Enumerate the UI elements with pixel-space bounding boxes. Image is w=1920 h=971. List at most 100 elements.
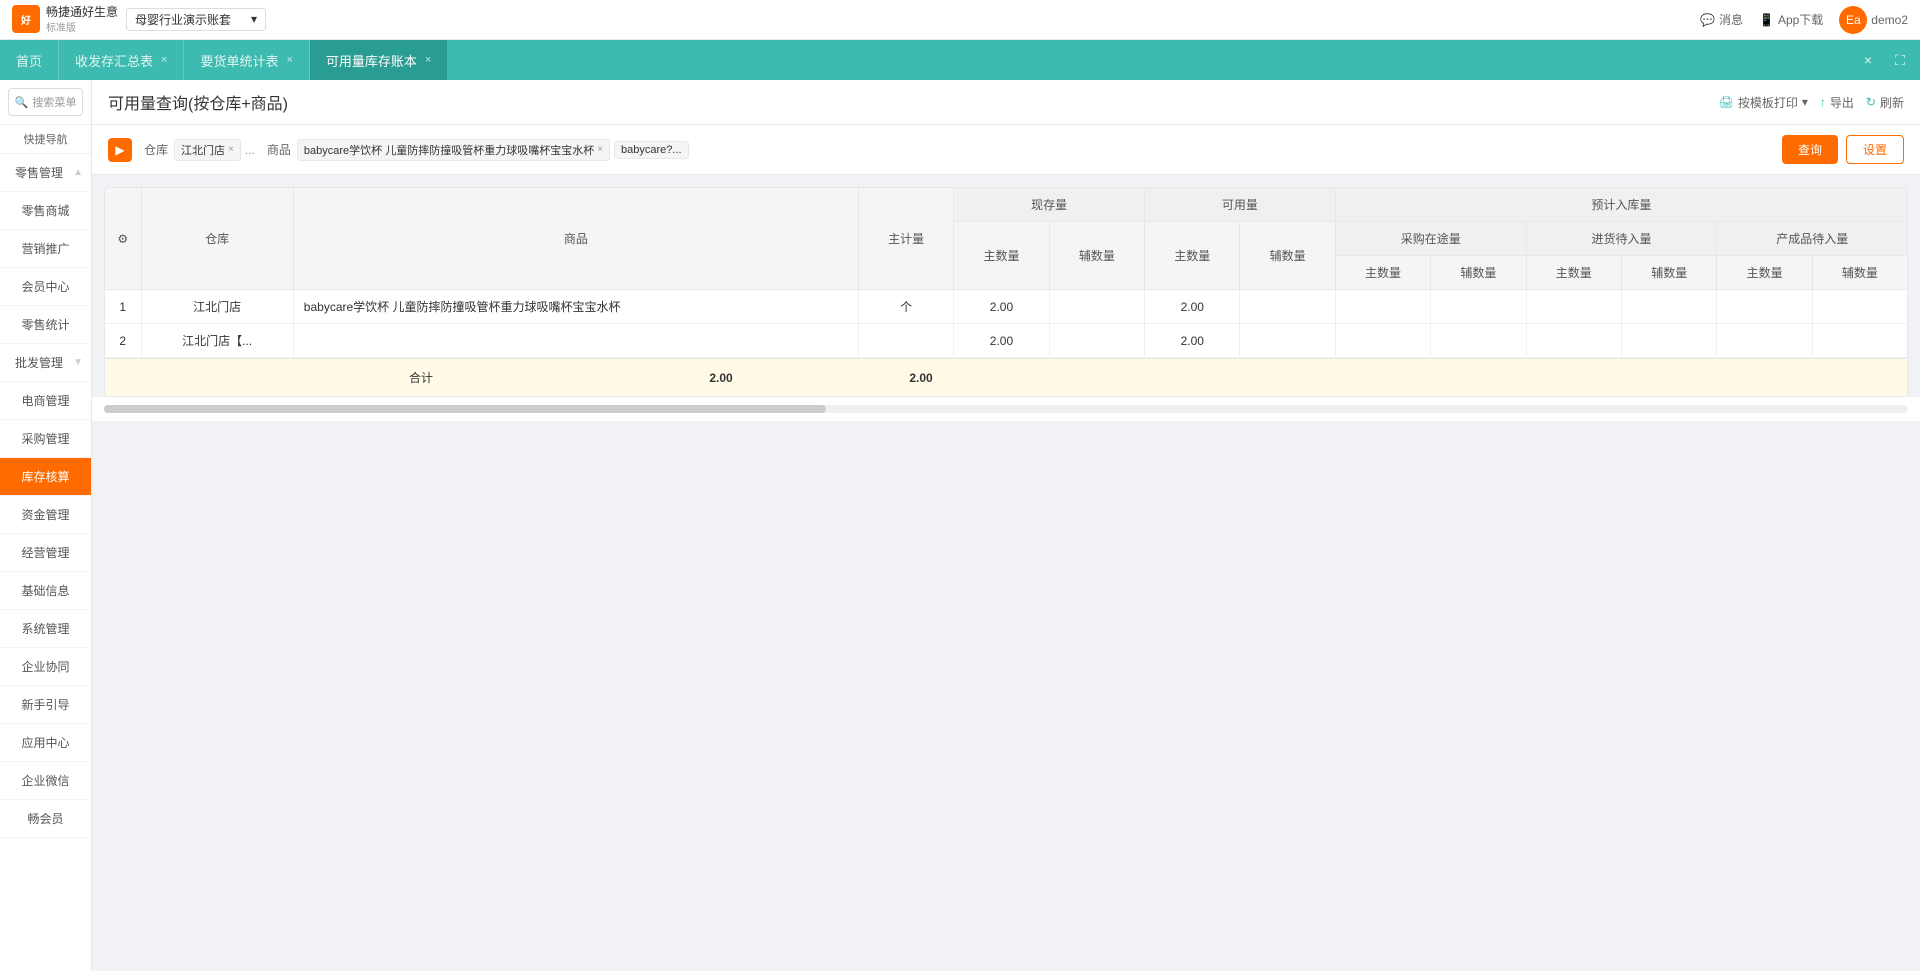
sidebar-item-member-center-label: 会员中心: [21, 278, 69, 295]
message-btn[interactable]: 💬 消息: [1700, 11, 1743, 28]
refresh-btn[interactable]: ↻ 刷新: [1866, 94, 1904, 111]
warehouse-tag[interactable]: 江北门店 ×: [174, 139, 241, 161]
product-tag-1[interactable]: babycare学饮杯 儿童防摔防撞吸管杯重力球吸嘴杯宝宝水杯 ×: [297, 139, 610, 161]
download-icon: 📱: [1759, 13, 1774, 27]
tab-order-stats[interactable]: 要货单统计表 ×: [184, 40, 309, 80]
th-available-aux-qty: 辅数量: [1240, 222, 1335, 290]
th-purchase-main: 主数量: [1335, 256, 1430, 290]
sidebar-item-member-center[interactable]: 会员中心: [0, 268, 91, 306]
th-current-stock: 现存量: [954, 188, 1145, 222]
sidebar-item-operations-label: 经营管理: [21, 544, 69, 561]
warehouse-tag-close-icon[interactable]: ×: [228, 144, 234, 155]
cell-purchase-main: [1335, 290, 1430, 324]
cell-available-main: 2.00: [1145, 324, 1240, 358]
export-icon: ↑: [1820, 95, 1826, 109]
setting-button[interactable]: 设置: [1846, 135, 1904, 164]
cell-current-main: 2.00: [954, 324, 1049, 358]
sidebar-item-system-mgmt[interactable]: 系统管理: [0, 610, 91, 648]
fullscreen-btn[interactable]: ⛶: [1888, 48, 1912, 72]
warehouse-filter-more[interactable]: ...: [245, 143, 255, 157]
sidebar-item-vip[interactable]: 畅会员: [0, 800, 91, 838]
sidebar-item-retail-shop-label: 零售商城: [21, 202, 69, 219]
app-name: 畅捷通好生意: [46, 5, 118, 19]
sidebar-item-inventory[interactable]: 库存核算: [0, 458, 91, 496]
sidebar-item-vip-label: 畅会员: [27, 810, 63, 827]
top-bar-right: 💬 消息 📱 App下载 Ea demo2: [1700, 6, 1908, 34]
user-profile[interactable]: Ea demo2: [1839, 6, 1908, 34]
content-area: 可用量查询(按仓库+商品) 🖨 按模板打印 ▾ ↑ 导出 ↻ 刷新: [92, 80, 1920, 971]
cell-incoming-main: [1526, 290, 1621, 324]
page-actions: 🖨 按模板打印 ▾ ↑ 导出 ↻ 刷新: [1719, 94, 1904, 111]
industry-selector[interactable]: 母婴行业演示账套 ▾: [126, 8, 266, 31]
horizontal-scroll-area[interactable]: [92, 397, 1920, 421]
tab-available-stock-close[interactable]: ×: [425, 54, 431, 66]
th-planned-inbound: 预计入库量: [1335, 188, 1907, 222]
cell-incoming-aux: [1622, 290, 1717, 324]
chevron-up-icon: ▲: [73, 167, 83, 178]
query-button[interactable]: 查询: [1782, 135, 1838, 164]
sidebar-item-wholesale-mgmt[interactable]: 批发管理 ▼: [0, 344, 91, 382]
app-download-btn[interactable]: 📱 App下载: [1759, 11, 1823, 28]
sidebar-item-system-mgmt-label: 系统管理: [21, 620, 69, 637]
close-all-tabs-btn[interactable]: ×: [1856, 48, 1880, 72]
cell-production-main: [1717, 290, 1812, 324]
sidebar-item-retail-mgmt[interactable]: 零售管理 ▲: [0, 154, 91, 192]
sidebar-item-newbie[interactable]: 新手引导: [0, 686, 91, 724]
tab-order-stats-label: 要货单统计表: [200, 51, 278, 70]
tab-receipt-summary[interactable]: 收发存汇总表 ×: [59, 40, 184, 80]
tab-home[interactable]: 首页: [0, 40, 59, 80]
app-download-label: App下载: [1778, 11, 1823, 28]
print-btn[interactable]: 🖨 按模板打印 ▾: [1719, 94, 1808, 111]
th-product: 商品: [293, 188, 858, 290]
cell-production-aux: [1812, 290, 1907, 324]
top-bar-left: 好 畅捷通好生意 标准版 母婴行业演示账套 ▾: [12, 5, 266, 34]
sidebar-item-app-center[interactable]: 应用中心: [0, 724, 91, 762]
logo-icon: 好: [12, 5, 40, 33]
logo-text-block: 畅捷通好生意 标准版: [46, 5, 118, 34]
warehouse-filter-tags: 江北门店 × ...: [174, 139, 255, 161]
industry-label: 母婴行业演示账套: [135, 11, 231, 28]
sidebar-item-finance[interactable]: 资金管理: [0, 496, 91, 534]
cell-current-aux: [1049, 290, 1144, 324]
sidebar-item-purchase-mgmt[interactable]: 采购管理: [0, 420, 91, 458]
expand-filter-btn[interactable]: ▶: [108, 138, 132, 162]
sidebar-item-basic-info[interactable]: 基础信息: [0, 572, 91, 610]
product-tag-2-value: babycare?...: [621, 144, 682, 156]
main-layout: 🔍 搜索菜单 快捷导航 零售管理 ▲ 零售商城 营销推广 会员中心 零售统计 批…: [0, 80, 1920, 971]
sidebar-item-ecommerce[interactable]: 电商管理: [0, 382, 91, 420]
message-label: 消息: [1719, 11, 1743, 28]
table-row: 1 江北门店 babycare学饮杯 儿童防摔防撞吸管杯重力球吸嘴杯宝宝水杯 个…: [105, 290, 1907, 324]
sidebar-item-retail-shop[interactable]: 零售商城: [0, 192, 91, 230]
sidebar-item-finance-label: 资金管理: [21, 506, 69, 523]
top-bar: 好 畅捷通好生意 标准版 母婴行业演示账套 ▾ 💬 消息 📱 App下载 Ea …: [0, 0, 1920, 40]
sidebar-item-enterprise[interactable]: 企业协同: [0, 648, 91, 686]
search-menu-btn[interactable]: 🔍 搜索菜单: [8, 88, 83, 116]
sidebar-search-area: 🔍 搜索菜单: [0, 80, 91, 125]
table-row: 2 江北门店【... 2.00 2.00: [105, 324, 1907, 358]
sidebar-item-retail-stats[interactable]: 零售统计: [0, 306, 91, 344]
tab-available-stock[interactable]: 可用量库存账本 ×: [310, 40, 448, 80]
cell-unit: [858, 324, 953, 358]
th-available-main-qty: 主数量: [1145, 222, 1240, 290]
th-settings[interactable]: ⚙: [105, 188, 141, 290]
tab-order-stats-close[interactable]: ×: [286, 54, 292, 66]
th-warehouse: 仓库: [141, 188, 293, 290]
chevron-down-icon: ▾: [251, 12, 257, 26]
cell-production-aux: [1812, 324, 1907, 358]
product-tag-2[interactable]: babycare?...: [614, 141, 689, 159]
cell-purchase-aux: [1431, 290, 1526, 324]
sidebar-item-basic-info-label: 基础信息: [21, 582, 69, 599]
sidebar-item-marketing[interactable]: 营销推广: [0, 230, 91, 268]
product-tag-1-close-icon[interactable]: ×: [597, 144, 603, 155]
table-footer: 合计 2.00 2.00: [105, 358, 1907, 396]
quick-nav-btn[interactable]: 快捷导航: [0, 125, 91, 154]
tab-receipt-summary-close[interactable]: ×: [161, 54, 167, 66]
export-btn[interactable]: ↑ 导出: [1820, 94, 1854, 111]
cell-incoming-main: [1526, 324, 1621, 358]
cell-warehouse: 江北门店【...: [141, 324, 293, 358]
cell-purchase-main: [1335, 324, 1430, 358]
filter-bar: ▶ 仓库 江北门店 × ... 商品 babycare学饮杯 儿童防摔防撞吸管杯…: [92, 125, 1920, 175]
filter-actions: 查询 设置: [1782, 135, 1904, 164]
sidebar-item-wechat-biz[interactable]: 企业微信: [0, 762, 91, 800]
sidebar-item-operations[interactable]: 经营管理: [0, 534, 91, 572]
